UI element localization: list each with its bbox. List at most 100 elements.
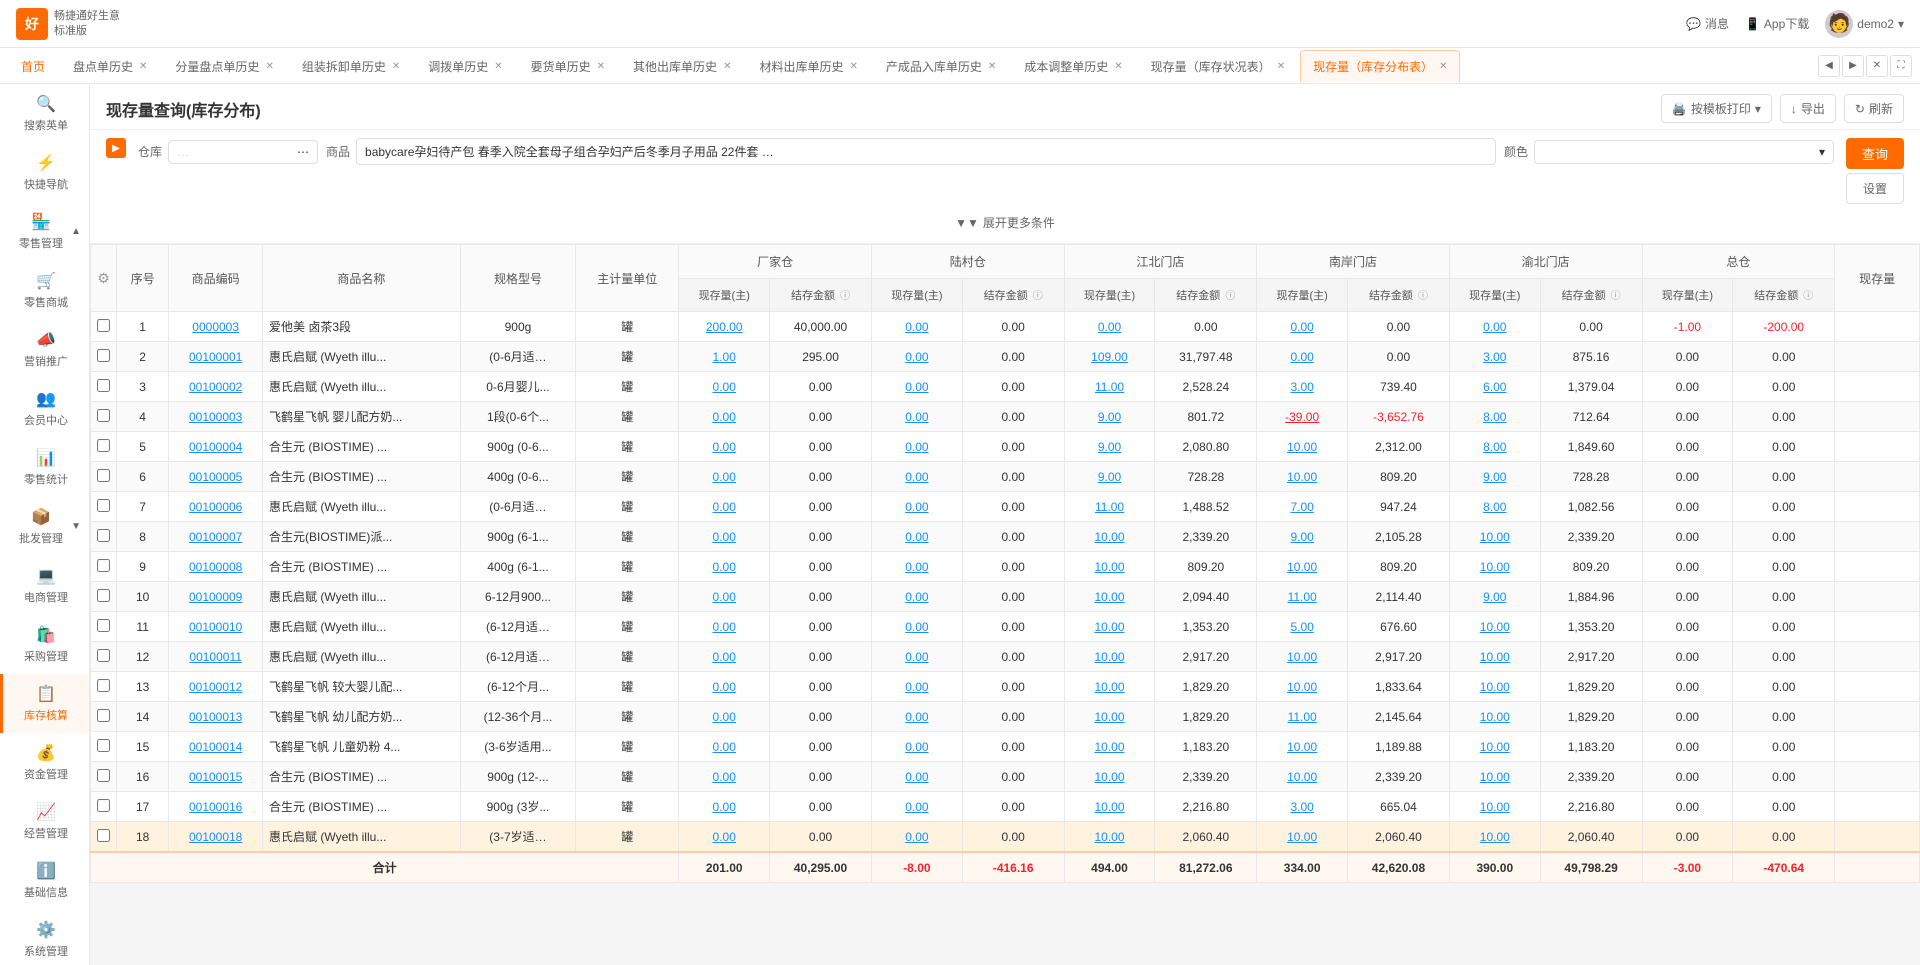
filter-toggle[interactable]: ▶: [106, 138, 126, 158]
tab-transfer[interactable]: 调拨单历史 ✕: [415, 50, 515, 82]
message-btn[interactable]: 💬 消息: [1686, 15, 1729, 32]
sidebar-item-wholesale[interactable]: 📦 批发管理 ▼: [0, 497, 89, 556]
info-icon[interactable]: ⓘ: [1033, 291, 1043, 302]
td-checkbox[interactable]: [91, 552, 117, 582]
sidebar-item-search[interactable]: 🔍 搜索英单: [0, 84, 89, 143]
table-row: 1 0000003 爱他美 卤茶3段 900g 罐 200.00 40,000.…: [91, 312, 1920, 342]
td-c3-amt: 1,829.20: [1155, 672, 1257, 702]
app-download-btn[interactable]: 📱 App下载: [1745, 15, 1809, 32]
td-checkbox[interactable]: [91, 792, 117, 822]
info-icon[interactable]: ⓘ: [1225, 291, 1235, 302]
tab-partial-check[interactable]: 分量盘点单历史 ✕: [162, 50, 286, 82]
tab-stock-dist[interactable]: 现存量（库存分布表） ✕: [1300, 50, 1460, 82]
td-c5-amt: 1,353.20: [1540, 612, 1642, 642]
close-icon[interactable]: ✕: [1439, 61, 1447, 72]
td-no: 8: [117, 522, 169, 552]
color-input[interactable]: ▾: [1534, 140, 1834, 164]
td-checkbox[interactable]: [91, 462, 117, 492]
sidebar-item-base-info[interactable]: ℹ️ 基础信息: [0, 851, 89, 910]
td-code: 00100006: [169, 492, 263, 522]
td-checkbox[interactable]: [91, 342, 117, 372]
td-checkbox[interactable]: [91, 672, 117, 702]
tab-assembly[interactable]: 组装拆卸单历史 ✕: [289, 50, 413, 82]
td-extra: [1835, 342, 1920, 372]
tab-home[interactable]: 首页: [8, 50, 58, 82]
close-icon[interactable]: ✕: [139, 61, 147, 72]
close-icon[interactable]: ✕: [597, 61, 605, 72]
print-btn[interactable]: 🖨️ 按模板打印 ▾: [1661, 94, 1772, 123]
tab-material-out[interactable]: 材料出库单历史 ✕: [746, 50, 870, 82]
tab-other-out[interactable]: 其他出库单历史 ✕: [620, 50, 744, 82]
close-icon[interactable]: ✕: [988, 61, 996, 72]
refresh-btn[interactable]: ↻ 刷新: [1844, 94, 1904, 123]
warehouse-input[interactable]: … ⋯: [168, 140, 318, 164]
nav-fullscreen[interactable]: ⛶: [1890, 55, 1912, 77]
td-checkbox[interactable]: [91, 372, 117, 402]
td-spec: (0-6月适…: [460, 492, 575, 522]
td-checkbox[interactable]: [91, 642, 117, 672]
tab-inventory-check[interactable]: 盘点单历史 ✕: [60, 50, 160, 82]
sidebar-item-members[interactable]: 👥 会员中心: [0, 379, 89, 438]
td-name: 合生元 (BIOSTIME) ...: [263, 462, 461, 492]
td-total-amt: 0.00: [1733, 402, 1835, 432]
nav-next[interactable]: ▶: [1842, 55, 1864, 77]
nav-arrows: ◀ ▶ ✕ ⛶: [1818, 55, 1912, 77]
close-icon[interactable]: ✕: [849, 61, 857, 72]
query-btn[interactable]: 查询: [1846, 138, 1904, 169]
td-c4-qty: 7.00: [1257, 492, 1348, 522]
td-checkbox[interactable]: [91, 402, 117, 432]
td-unit: 罐: [576, 372, 679, 402]
close-icon[interactable]: ✕: [1277, 61, 1285, 72]
td-checkbox[interactable]: [91, 762, 117, 792]
info-icon[interactable]: ⓘ: [1611, 291, 1621, 302]
td-c1-amt: 0.00: [770, 462, 872, 492]
td-checkbox[interactable]: [91, 612, 117, 642]
td-c5-qty: 10.00: [1449, 642, 1540, 672]
td-checkbox[interactable]: [91, 312, 117, 342]
expand-btn[interactable]: ▼▼ 展开更多条件: [955, 214, 1055, 231]
goods-input[interactable]: babycare孕妇待产包 春季入院全套母子组合孕妇产后冬季月子用品 22件套 …: [356, 138, 1496, 165]
nav-prev[interactable]: ◀: [1818, 55, 1840, 77]
close-icon[interactable]: ✕: [1114, 61, 1122, 72]
sidebar-item-retail-stats[interactable]: 📊 零售统计: [0, 438, 89, 497]
sidebar-item-quicknav[interactable]: ⚡ 快捷导航: [0, 143, 89, 202]
sidebar-item-ecommerce[interactable]: 💻 电商管理: [0, 556, 89, 615]
export-btn[interactable]: ↓ 导出: [1780, 94, 1836, 123]
td-checkbox[interactable]: [91, 702, 117, 732]
nav-close-all[interactable]: ✕: [1866, 55, 1888, 77]
sidebar-item-finance[interactable]: 💰 资金管理: [0, 733, 89, 792]
sidebar-item-system[interactable]: ⚙️ 系统管理: [0, 910, 89, 965]
setting-btn[interactable]: 设置: [1846, 173, 1904, 204]
td-checkbox[interactable]: [91, 432, 117, 462]
tab-cost-adjust[interactable]: 成本调整单历史 ✕: [1011, 50, 1135, 82]
sidebar-item-inventory[interactable]: 📋 库存核算: [0, 674, 89, 733]
sidebar-item-purchase[interactable]: 🛍️ 采购管理: [0, 615, 89, 674]
close-icon[interactable]: ✕: [723, 61, 731, 72]
tab-requisition[interactable]: 要货单历史 ✕: [518, 50, 618, 82]
td-c5-qty: 3.00: [1449, 342, 1540, 372]
td-c5-amt: 809.20: [1540, 552, 1642, 582]
sidebar-item-retail-mgmt[interactable]: 🏪 零售管理 ▲: [0, 202, 89, 261]
sidebar-item-retail-mall[interactable]: 🛒 零售商城: [0, 261, 89, 320]
info-icon[interactable]: ⓘ: [840, 291, 850, 302]
td-checkbox[interactable]: [91, 822, 117, 853]
tab-finished-in[interactable]: 产成品入库单历史 ✕: [873, 50, 1009, 82]
close-icon[interactable]: ✕: [392, 61, 400, 72]
info-icon[interactable]: ⓘ: [1803, 291, 1813, 302]
td-name: 合生元 (BIOSTIME) ...: [263, 762, 461, 792]
sidebar-item-biz-mgmt[interactable]: 📈 经营管理: [0, 792, 89, 851]
td-checkbox[interactable]: [91, 522, 117, 552]
sidebar-item-marketing[interactable]: 📣 营销推广: [0, 320, 89, 379]
tab-stock-status[interactable]: 现存量（库存状况表） ✕: [1138, 50, 1298, 82]
close-icon[interactable]: ✕: [494, 61, 502, 72]
gear-icon[interactable]: ⚙: [97, 270, 110, 286]
close-icon[interactable]: ✕: [265, 61, 273, 72]
th-jiangbei-store: 江北门店: [1064, 245, 1257, 279]
info-icon[interactable]: ⓘ: [1418, 291, 1428, 302]
td-checkbox[interactable]: [91, 492, 117, 522]
user-menu[interactable]: 🧑 demo2 ▾: [1825, 10, 1904, 38]
data-table: ⚙ 序号 商品编码 商品名称 规格型号 主计量单位 厂家仓 陆村仓 江北门店 南…: [90, 244, 1920, 883]
td-total-qty: 0.00: [1642, 762, 1733, 792]
td-checkbox[interactable]: [91, 732, 117, 762]
td-checkbox[interactable]: [91, 582, 117, 612]
